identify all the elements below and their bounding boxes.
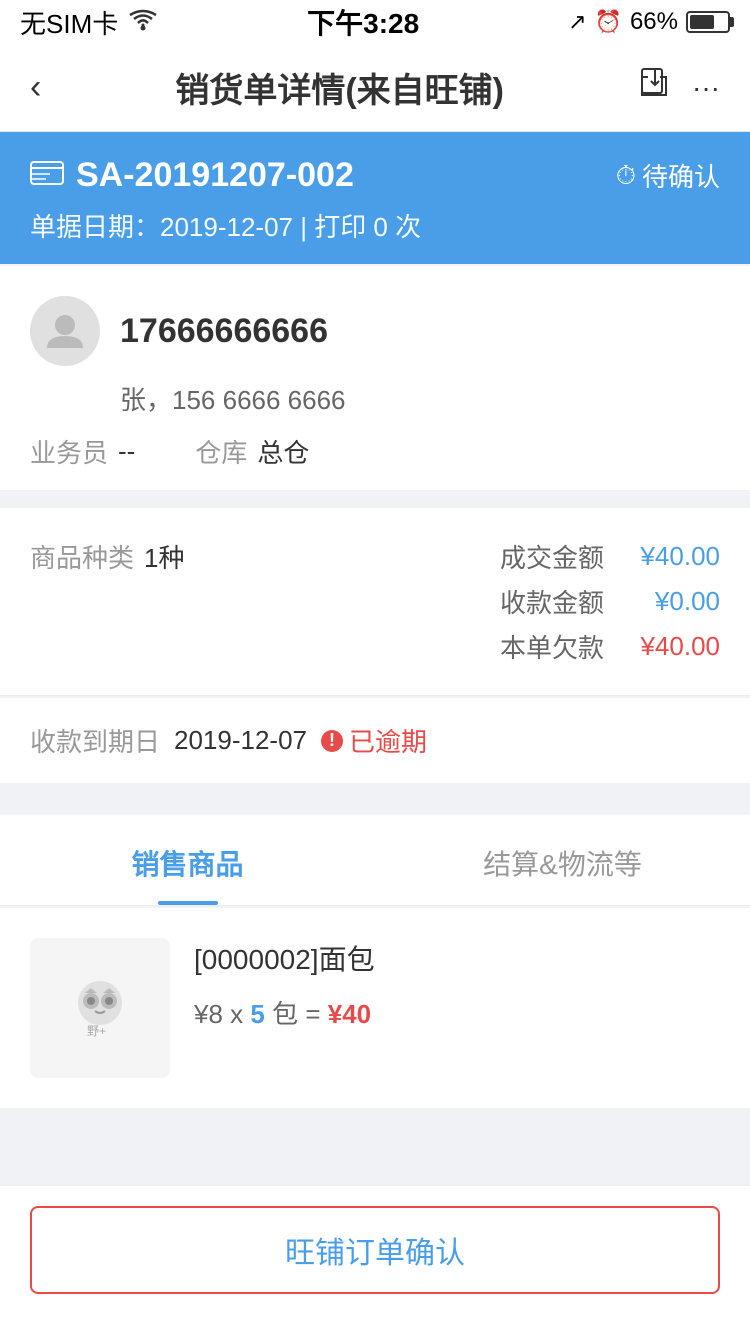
salesperson-label: 业务员 — [30, 433, 108, 470]
carrier-text: 无SIM卡 — [20, 4, 118, 41]
salesperson-value: -- — [118, 436, 135, 467]
category-label: 商品种类 — [30, 538, 134, 575]
owed-label: 本单欠款 — [500, 628, 604, 665]
overdue-badge: ! 已逾期 — [321, 722, 427, 759]
price-unit: ¥8 — [194, 999, 223, 1029]
status-clock-icon: ⏱ — [616, 160, 636, 192]
customer-section: 17666666666 张，156 6666 6666 业务员 -- 仓库 总仓 — [0, 266, 750, 490]
equals-sign: = — [305, 999, 327, 1029]
salesperson-meta: 业务员 -- — [30, 433, 135, 470]
product-price: ¥8 x 5 包 = ¥40 — [194, 994, 720, 1031]
share-button[interactable] — [638, 67, 672, 108]
warehouse-value: 总仓 — [257, 433, 309, 470]
avatar — [30, 296, 100, 366]
status-bar: 无SIM卡 下午3:28 ↗ ⏰ 66% — [0, 0, 750, 44]
wifi-icon — [128, 7, 158, 38]
product-info: [0000002]面包 ¥8 x 5 包 = ¥40 — [194, 938, 720, 1031]
overdue-icon: ! — [321, 730, 343, 752]
category-count: 1种 — [144, 538, 184, 575]
divider-1 — [0, 490, 750, 506]
summary-row-2: 本单欠款 ¥40.00 — [500, 628, 720, 665]
order-date: 单据日期：2019-12-07 | 打印 0 次 — [30, 207, 720, 244]
battery-fill — [690, 15, 714, 29]
bottom-button-container: 旺铺订单确认 — [0, 1185, 750, 1334]
summary-row-1: 收款金额 ¥0.00 — [500, 583, 720, 620]
order-status: ⏱ 待确认 — [616, 157, 720, 194]
overdue-text: 已逾期 — [349, 722, 427, 759]
summary-right: 成交金额 ¥40.00 收款金额 ¥0.00 本单欠款 ¥40.00 — [500, 538, 720, 665]
unit: 包 — [272, 999, 298, 1029]
customer-name: 张，156 6666 6666 — [30, 380, 720, 417]
due-date-section: 收款到期日 2019-12-07 ! 已逾期 — [0, 698, 750, 783]
quantity: 5 — [250, 999, 264, 1029]
divider-2 — [0, 783, 750, 799]
amount-label: 成交金额 — [500, 538, 604, 575]
warehouse-label: 仓库 — [195, 433, 247, 470]
status-time: 下午3:28 — [307, 2, 419, 42]
warehouse-meta: 仓库 总仓 — [195, 433, 309, 470]
tab-settlement[interactable]: 结算&物流等 — [375, 815, 750, 905]
tab-products[interactable]: 销售商品 — [0, 815, 375, 905]
order-id: SA-20191207-002 — [30, 156, 354, 195]
alarm-icon: ⏰ — [595, 9, 622, 35]
confirm-order-button[interactable]: 旺铺订单确认 — [30, 1206, 720, 1294]
customer-phone: 17666666666 — [120, 312, 328, 351]
received-value: ¥0.00 — [620, 586, 720, 617]
customer-top: 17666666666 — [30, 296, 720, 366]
due-value: 2019-12-07 — [174, 725, 307, 756]
battery-icon — [686, 11, 730, 33]
due-label: 收款到期日 — [30, 722, 160, 759]
battery-percent: 66% — [630, 8, 678, 36]
summary-section: 商品种类 1种 成交金额 ¥40.00 收款金额 ¥0.00 本单欠款 ¥40.… — [0, 508, 750, 696]
received-label: 收款金额 — [500, 583, 604, 620]
product-name: [0000002]面包 — [194, 938, 720, 978]
status-indicators: ↗ ⏰ 66% — [568, 8, 730, 36]
owed-value: ¥40.00 — [620, 631, 720, 662]
location-icon: ↗ — [568, 9, 586, 35]
tabs-section: 销售商品 结算&物流等 — [0, 815, 750, 906]
amount-value: ¥40.00 — [620, 541, 720, 572]
order-header-top: SA-20191207-002 ⏱ 待确认 — [30, 156, 720, 195]
customer-meta: 业务员 -- 仓库 总仓 — [30, 433, 720, 470]
status-carrier: 无SIM卡 — [20, 4, 158, 41]
multiply-sign: x — [230, 999, 250, 1029]
svg-text:野+: 野+ — [87, 1024, 106, 1038]
total-price: ¥40 — [328, 999, 371, 1029]
page-title: 销货单详情(来自旺铺) — [175, 63, 504, 112]
order-header: SA-20191207-002 ⏱ 待确认 单据日期：2019-12-07 | … — [0, 132, 750, 264]
nav-actions: ··· — [638, 67, 720, 108]
summary-left: 商品种类 1种 — [30, 538, 184, 575]
product-image: 野+ — [30, 938, 170, 1078]
order-icon — [30, 156, 64, 195]
more-button[interactable]: ··· — [692, 72, 720, 104]
product-item: 野+ [0000002]面包 ¥8 x 5 包 = ¥40 — [0, 908, 750, 1108]
nav-bar: ‹ 销货单详情(来自旺铺) ··· — [0, 44, 750, 132]
summary-row-0: 成交金额 ¥40.00 — [500, 538, 720, 575]
back-button[interactable]: ‹ — [30, 68, 41, 107]
